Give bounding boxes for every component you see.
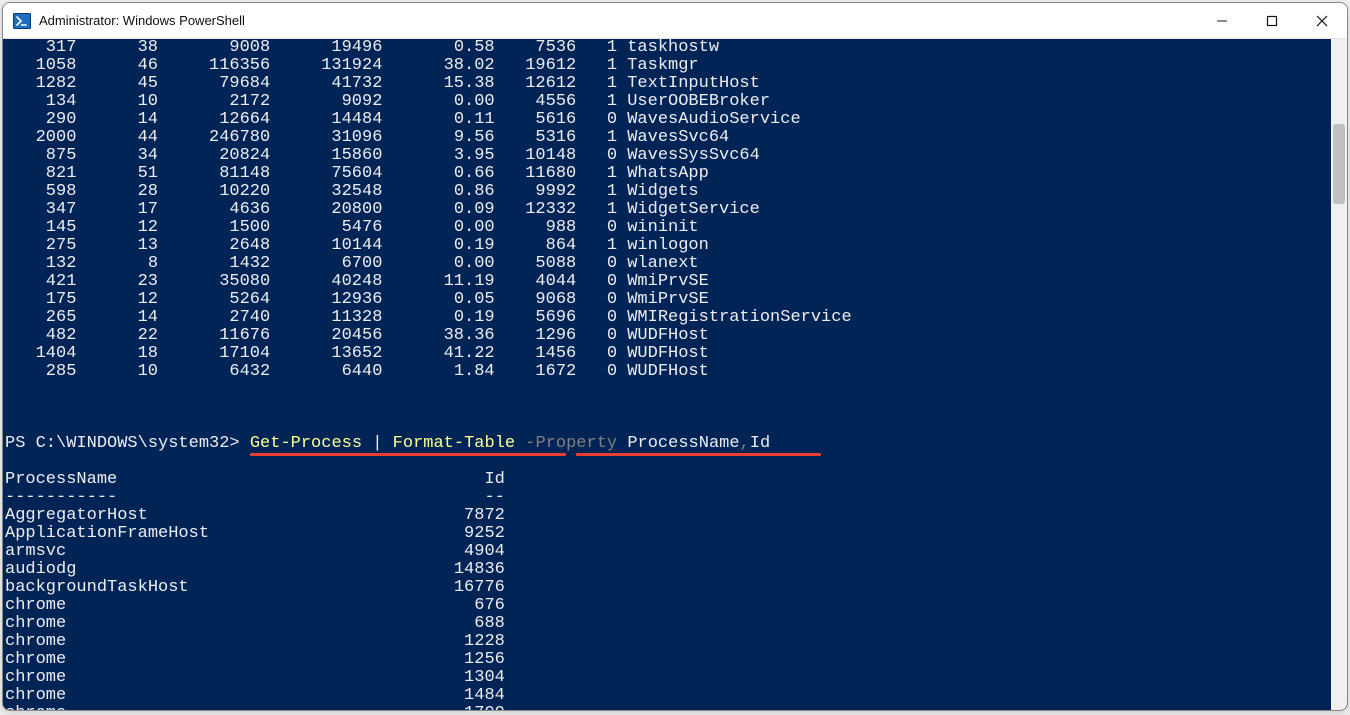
minimize-icon (1216, 15, 1228, 27)
table-row: backgroundTaskHost16776 (5, 579, 1329, 597)
process-row: 317389008194960.5875361taskhostw (5, 39, 1329, 57)
command-prompt: PS C:\WINDOWS\system32> Get-Process | Fo… (5, 435, 1329, 453)
process-row: 275132648101440.198641winlogon (5, 237, 1329, 255)
table-row: AggregatorHost7872 (5, 507, 1329, 525)
scrollbar[interactable] (1331, 39, 1347, 710)
process-row: 2901412664144840.1156160WavesAudioServic… (5, 111, 1329, 129)
process-row: 28510643264401.8416720WUDFHost (5, 363, 1329, 381)
close-button[interactable] (1297, 3, 1347, 38)
powershell-window: Administrator: Windows PowerShell 317389… (2, 2, 1348, 711)
process-row: 48222116762045638.3612960WUDFHost (5, 327, 1329, 345)
table-header: ProcessNameId (5, 471, 1329, 489)
maximize-icon (1266, 15, 1278, 27)
terminal-area: 317389008194960.5875361taskhostw10584611… (3, 39, 1347, 710)
table-row: armsvc4904 (5, 543, 1329, 561)
terminal-output[interactable]: 317389008194960.5875361taskhostw10584611… (3, 39, 1331, 710)
table-row: chrome1256 (5, 651, 1329, 669)
close-icon (1316, 15, 1328, 27)
process-row: 175125264129360.0590680WmiPrvSE (5, 291, 1329, 309)
process-row: 5982810220325480.8699921Widgets (5, 183, 1329, 201)
process-row: 347174636208000.09123321WidgetService (5, 201, 1329, 219)
window-title: Administrator: Windows PowerShell (39, 13, 1197, 28)
table-row: chrome1700 (5, 705, 1329, 710)
process-row: 14512150054760.009880wininit (5, 219, 1329, 237)
table-row: chrome1228 (5, 633, 1329, 651)
powershell-icon (13, 12, 31, 30)
minimize-button[interactable] (1197, 3, 1247, 38)
process-row: 140418171041365241.2214560WUDFHost (5, 345, 1329, 363)
process-row: 128245796844173215.38126121TextInputHost (5, 75, 1329, 93)
table-row: chrome1304 (5, 669, 1329, 687)
process-row: 1328143267000.0050880wlanext (5, 255, 1329, 273)
table-row: chrome688 (5, 615, 1329, 633)
process-row: 42123350804024811.1940440WmiPrvSE (5, 273, 1329, 291)
process-row: 265142740113280.1956960WMIRegistrationSe… (5, 309, 1329, 327)
window-controls (1197, 3, 1347, 38)
process-row: 8215181148756040.66116801WhatsApp (5, 165, 1329, 183)
maximize-button[interactable] (1247, 3, 1297, 38)
table-row: chrome1484 (5, 687, 1329, 705)
table-row: chrome676 (5, 597, 1329, 615)
scrollbar-thumb[interactable] (1333, 124, 1345, 204)
table-row: audiodg14836 (5, 561, 1329, 579)
annotation-underline (576, 453, 821, 456)
process-row: 8753420824158603.95101480WavesSysSvc64 (5, 147, 1329, 165)
table-separator: ------------- (5, 489, 1329, 507)
titlebar[interactable]: Administrator: Windows PowerShell (3, 3, 1347, 39)
process-row: 10584611635613192438.02196121Taskmgr (5, 57, 1329, 75)
process-row: 200044246780310969.5653161WavesSvc64 (5, 129, 1329, 147)
annotation-underline (250, 453, 566, 456)
table-row: ApplicationFrameHost9252 (5, 525, 1329, 543)
process-row: 13410217290920.0045561UserOOBEBroker (5, 93, 1329, 111)
